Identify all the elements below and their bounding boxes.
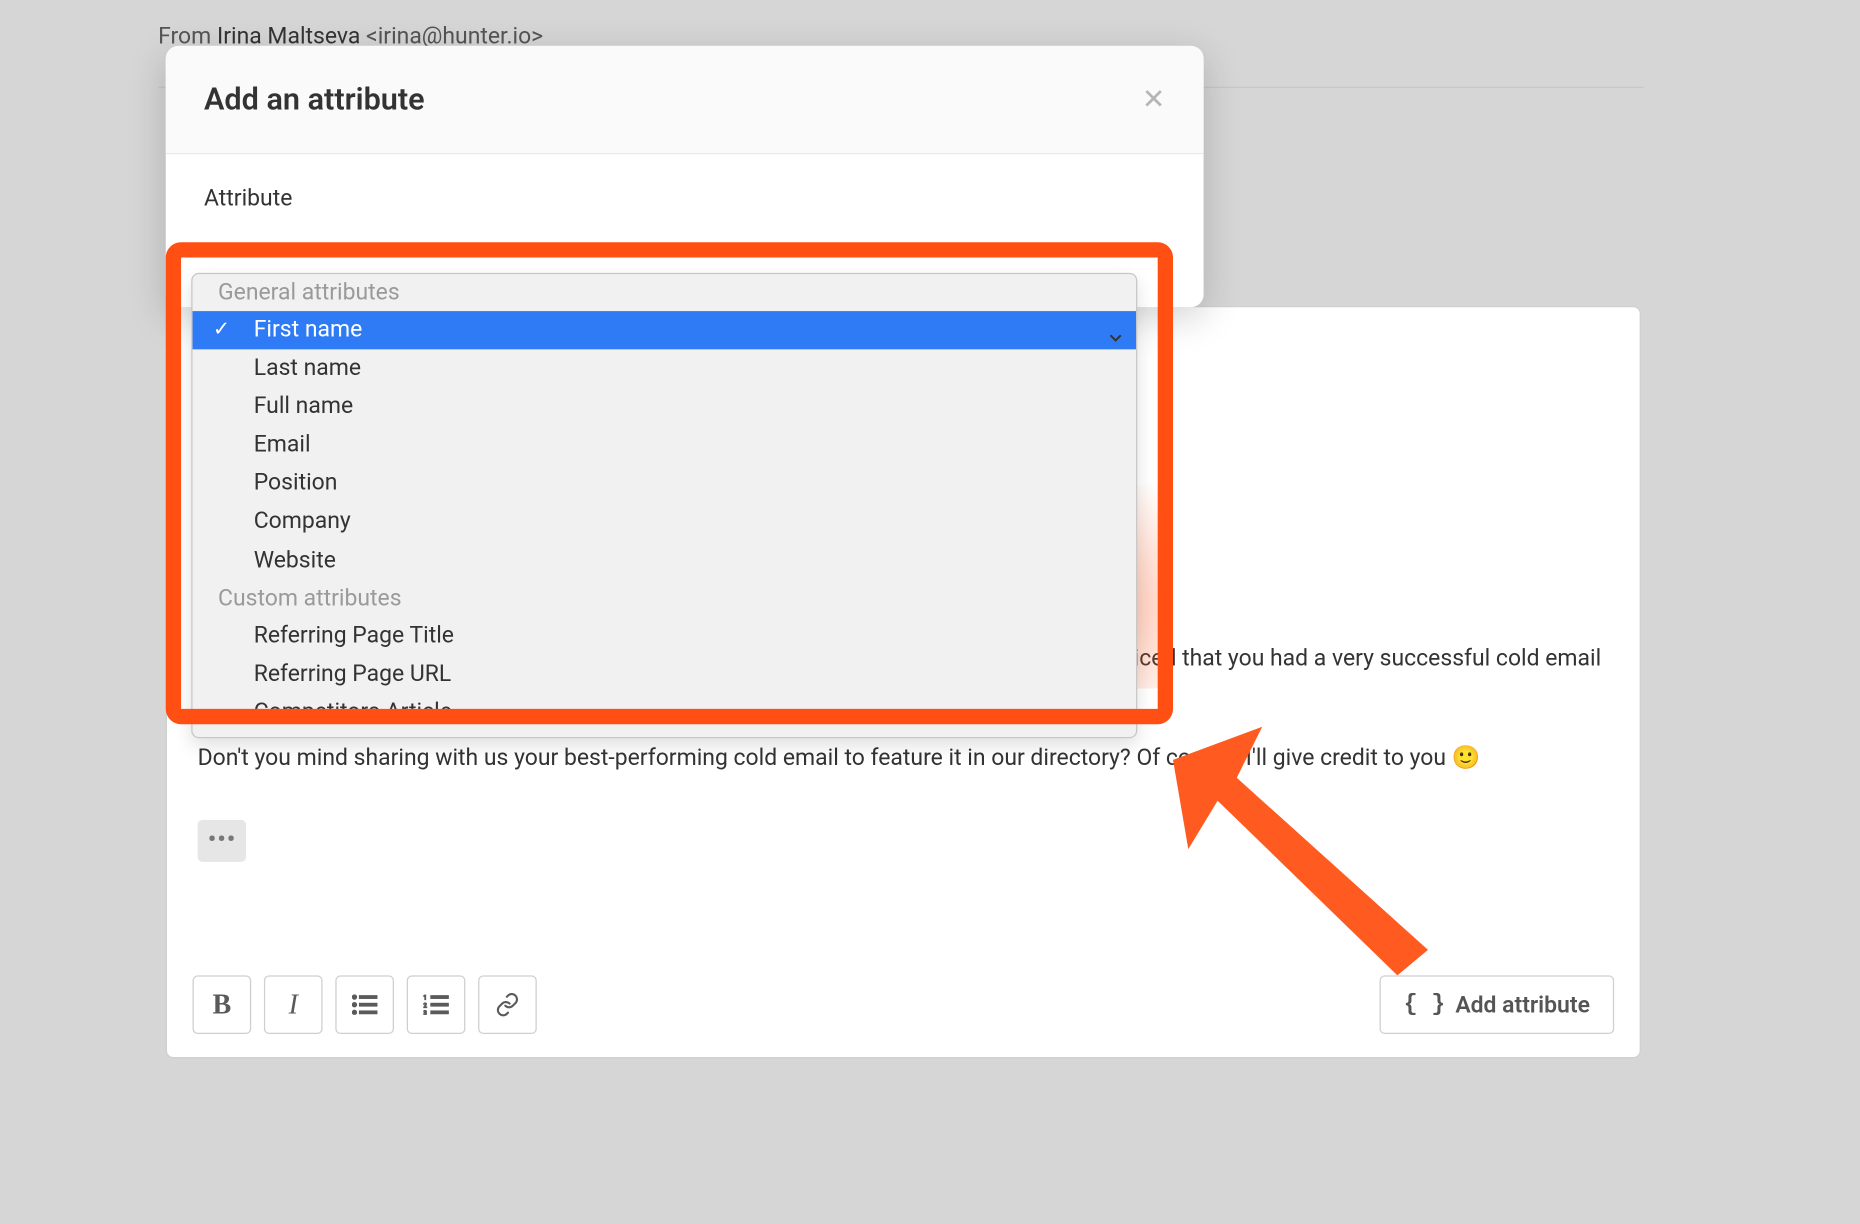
braces-icon: { } — [1404, 992, 1445, 1018]
svg-text:3: 3 — [423, 1009, 427, 1015]
bullet-list-button[interactable] — [335, 975, 394, 1034]
dropdown-item[interactable]: First name — [193, 311, 1137, 349]
attribute-dropdown[interactable]: General attributes First nameLast nameFu… — [191, 273, 1137, 738]
dropdown-item[interactable]: Last name — [193, 349, 1137, 387]
modal-header: Add an attribute ✕ — [166, 46, 1204, 154]
add-attribute-modal: Add an attribute ✕ Attribute — [166, 46, 1204, 307]
dropdown-item[interactable]: Full name — [193, 388, 1137, 426]
email-paragraph: Don't you mind sharing with us your best… — [198, 740, 1609, 777]
close-icon[interactable]: ✕ — [1142, 84, 1166, 116]
dropdown-item[interactable]: Website — [193, 541, 1137, 579]
dropdown-group-custom: Custom attributes — [193, 580, 1137, 617]
dropdown-item[interactable]: Competitors Article — [193, 693, 1137, 731]
add-attribute-label: Add attribute — [1455, 991, 1590, 1018]
dropdown-item[interactable]: Company — [193, 503, 1137, 541]
dropdown-item[interactable]: Referring Page URL — [193, 655, 1137, 693]
chevron-down-icon — [1108, 330, 1123, 345]
editor-toolbar: B I 1 2 3 — [193, 975, 537, 1034]
numbered-list-button[interactable]: 1 2 3 — [407, 975, 466, 1034]
signature-ellipsis[interactable]: ••• — [198, 820, 247, 862]
dropdown-item[interactable]: Email — [193, 426, 1137, 464]
italic-button[interactable]: I — [264, 975, 323, 1034]
add-attribute-button[interactable]: { } Add attribute — [1380, 975, 1615, 1034]
bold-icon: B — [212, 988, 231, 1021]
dropdown-group-general: General attributes — [193, 274, 1137, 311]
numbered-list-icon: 1 2 3 — [423, 995, 449, 1015]
dropdown-item[interactable]: Referring Page Title — [193, 617, 1137, 655]
dropdown-item[interactable]: Position — [193, 465, 1137, 503]
link-icon — [495, 992, 521, 1018]
attribute-field-label: Attribute — [204, 185, 1165, 212]
link-button[interactable] — [478, 975, 537, 1034]
bullet-list-icon — [352, 995, 378, 1015]
bold-button[interactable]: B — [193, 975, 252, 1034]
modal-title: Add an attribute — [204, 82, 425, 118]
italic-icon: I — [289, 988, 298, 1021]
